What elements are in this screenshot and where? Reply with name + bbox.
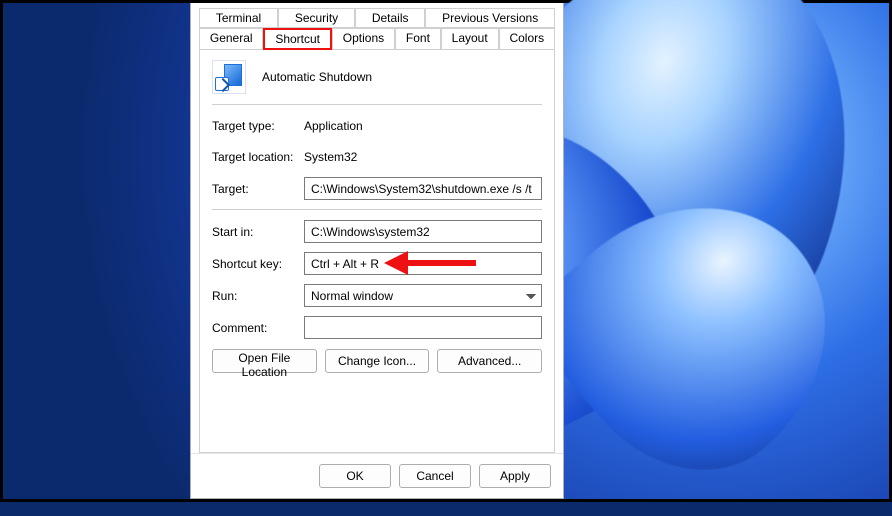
start-in-input[interactable]: [304, 220, 542, 243]
shortcut-file-icon: [212, 60, 246, 94]
tab-general[interactable]: General: [199, 28, 263, 50]
separator: [212, 104, 542, 105]
target-input[interactable]: [304, 177, 542, 200]
tab-previous-versions[interactable]: Previous Versions: [425, 8, 555, 28]
tab-terminal[interactable]: Terminal: [199, 8, 278, 28]
ok-button[interactable]: OK: [319, 464, 391, 488]
tab-shortcut[interactable]: Shortcut: [263, 28, 331, 50]
label-shortcut-key: Shortcut key:: [212, 257, 304, 271]
open-file-location-button[interactable]: Open File Location: [212, 349, 317, 373]
value-target-location: System32: [304, 150, 542, 164]
apply-button[interactable]: Apply: [479, 464, 551, 488]
label-target-location: Target location:: [212, 150, 304, 164]
shortcut-tab-panel: Automatic Shutdown Target type: Applicat…: [199, 49, 555, 453]
label-start-in: Start in:: [212, 225, 304, 239]
tab-colors[interactable]: Colors: [499, 28, 555, 50]
properties-dialog: Terminal Security Details Previous Versi…: [190, 3, 564, 499]
label-target: Target:: [212, 182, 304, 196]
tab-details[interactable]: Details: [355, 8, 425, 28]
label-target-type: Target type:: [212, 119, 304, 133]
label-comment: Comment:: [212, 321, 304, 335]
shortcut-title: Automatic Shutdown: [262, 70, 372, 84]
tab-strip: Terminal Security Details Previous Versi…: [191, 3, 563, 49]
tab-font[interactable]: Font: [395, 28, 441, 50]
dialog-footer: OK Cancel Apply: [191, 453, 563, 498]
advanced-button[interactable]: Advanced...: [437, 349, 542, 373]
value-target-type: Application: [304, 119, 542, 133]
shortcut-key-input[interactable]: [304, 252, 542, 275]
run-select[interactable]: Normal window: [304, 284, 542, 307]
tab-layout[interactable]: Layout: [441, 28, 499, 50]
tab-security[interactable]: Security: [278, 8, 355, 28]
tab-options[interactable]: Options: [332, 28, 395, 50]
change-icon-button[interactable]: Change Icon...: [325, 349, 430, 373]
cancel-button[interactable]: Cancel: [399, 464, 471, 488]
comment-input[interactable]: [304, 316, 542, 339]
separator: [212, 209, 542, 210]
label-run: Run:: [212, 289, 304, 303]
